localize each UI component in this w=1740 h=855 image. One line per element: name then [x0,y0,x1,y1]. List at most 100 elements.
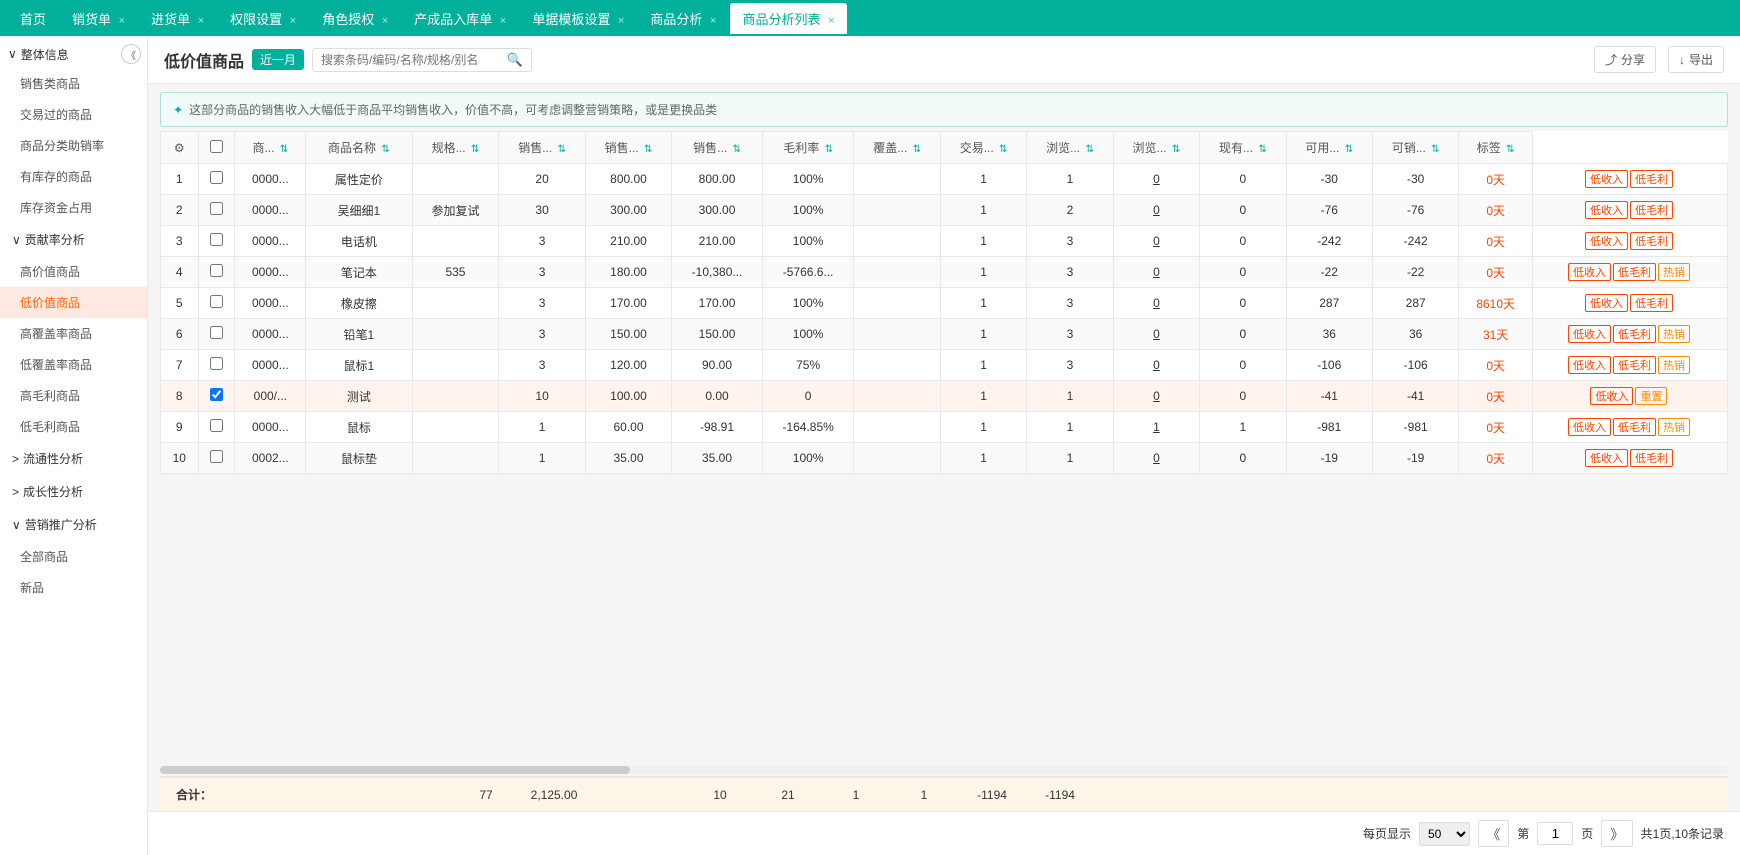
td-browse1[interactable]: 0 [1113,226,1199,257]
sort-s1-icon[interactable]: ⇅ [558,144,566,155]
td-cb[interactable] [198,443,235,474]
period-btn[interactable]: 近一月 [252,49,304,70]
th-gross[interactable]: 毛利率 ⇅ [762,132,854,164]
table-container[interactable]: ⚙ 商... ⇅ 商品名称 ⇅ 规格... ⇅ 销售... ⇅ 销售... ⇅ … [160,131,1728,764]
th-sales3[interactable]: 销售... ⇅ [672,132,763,164]
row-checkbox[interactable] [210,295,223,308]
sidebar-collapse-btn[interactable]: 《 [121,44,141,64]
sort-s2-icon[interactable]: ⇅ [644,144,652,155]
close-purchase-icon[interactable]: × [198,15,204,27]
th-stock1[interactable]: 现有... ⇅ [1200,132,1286,164]
per-page-select[interactable]: 50 20 100 [1419,822,1470,846]
row-checkbox[interactable] [210,357,223,370]
th-browse1[interactable]: 浏览... ⇅ [1027,132,1113,164]
nav-product-analysis-list[interactable]: 商品分析列表 × [730,3,846,34]
scrollbar-thumb[interactable] [160,766,630,774]
th-stock3[interactable]: 可销... ⇅ [1372,132,1458,164]
td-cb[interactable] [198,350,235,381]
sidebar-item-high-value[interactable]: 高价值商品 [0,256,147,287]
nav-template[interactable]: 单据模板设置 × [520,3,636,34]
close-pal-icon[interactable]: × [828,15,834,27]
th-stock2[interactable]: 可用... ⇅ [1286,132,1372,164]
sidebar-item-high-margin[interactable]: 高毛利商品 [0,380,147,411]
browse-link[interactable]: 0 [1153,389,1160,403]
search-input[interactable] [321,53,503,67]
sidebar-item-low-value[interactable]: 低价值商品 [0,287,147,318]
row-checkbox[interactable] [210,419,223,432]
close-sales-icon[interactable]: × [119,15,125,27]
sidebar-item-all-products[interactable]: 全部商品 [0,541,147,572]
td-browse1[interactable]: 0 [1113,195,1199,226]
horizontal-scrollbar[interactable] [160,766,1728,774]
nav-permissions[interactable]: 权限设置 × [218,3,308,34]
td-browse1[interactable]: 0 [1113,319,1199,350]
th-settings[interactable]: ⚙ [161,132,199,164]
sidebar-item-sales-products[interactable]: 销售类商品 [0,68,147,99]
sidebar-item-low-coverage[interactable]: 低覆盖率商品 [0,349,147,380]
th-tags[interactable]: 标签 ⇅ [1459,132,1533,164]
th-browse2[interactable]: 浏览... ⇅ [1113,132,1199,164]
row-checkbox[interactable] [210,171,223,184]
sort-st3-icon[interactable]: ⇅ [1431,144,1439,155]
th-spec[interactable]: 规格... ⇅ [412,132,499,164]
select-all-checkbox[interactable] [210,140,223,153]
sidebar-item-traded[interactable]: 交易过的商品 [0,99,147,130]
close-pa-icon[interactable]: × [710,15,716,27]
browse-link[interactable]: 0 [1153,296,1160,310]
td-browse1[interactable]: 0 [1113,443,1199,474]
nav-product-analysis[interactable]: 商品分析 × [638,3,728,34]
sidebar-item-low-margin[interactable]: 低毛利商品 [0,411,147,442]
td-cb[interactable] [198,381,235,412]
nav-roles[interactable]: 角色授权 × [310,3,400,34]
export-btn[interactable]: ↓ 导出 [1668,46,1724,73]
browse-link[interactable]: 0 [1153,234,1160,248]
sort-gross-icon[interactable]: ⇅ [825,144,833,155]
browse-link[interactable]: 0 [1153,327,1160,341]
page-input[interactable] [1537,822,1573,845]
row-checkbox[interactable] [210,450,223,463]
sidebar-item-capital[interactable]: 库存资金占用 [0,192,147,223]
settings-icon[interactable]: ⚙ [174,141,185,155]
next-page-btn[interactable]: 》 [1601,820,1632,847]
td-browse1[interactable]: 0 [1113,288,1199,319]
th-name[interactable]: 商品名称 ⇅ [306,132,412,164]
th-sales2[interactable]: 销售... ⇅ [585,132,671,164]
sidebar-item-stocked[interactable]: 有库存的商品 [0,161,147,192]
sort-spec-icon[interactable]: ⇅ [471,144,479,155]
td-cb[interactable] [198,257,235,288]
td-browse1[interactable]: 0 [1113,381,1199,412]
sort-s3-icon[interactable]: ⇅ [733,144,741,155]
browse-link[interactable]: 0 [1153,265,1160,279]
browse-link[interactable]: 0 [1153,358,1160,372]
th-sales1[interactable]: 销售... ⇅ [499,132,585,164]
sidebar-group-marketing[interactable]: ∨ 营销推广分析 [0,508,147,541]
close-tpl-icon[interactable]: × [618,15,624,27]
td-cb[interactable] [198,195,235,226]
sort-cover-icon[interactable]: ⇅ [913,144,921,155]
close-roles-icon[interactable]: × [382,15,388,27]
td-browse1[interactable]: 0 [1113,164,1199,195]
browse-link[interactable]: 0 [1153,172,1160,186]
td-browse1[interactable]: 1 [1113,412,1199,443]
td-cb[interactable] [198,412,235,443]
browse-link[interactable]: 0 [1153,203,1160,217]
sort-b2-icon[interactable]: ⇅ [1172,144,1180,155]
row-checkbox[interactable] [210,264,223,277]
sidebar-item-category-rate[interactable]: 商品分类助销率 [0,130,147,161]
td-cb[interactable] [198,226,235,257]
prev-page-btn[interactable]: 《 [1478,820,1509,847]
nav-product-storage[interactable]: 产成品入库单 × [402,3,518,34]
td-browse1[interactable]: 0 [1113,350,1199,381]
th-checkbox[interactable] [198,132,235,164]
close-perm-icon[interactable]: × [290,15,296,27]
close-ps-icon[interactable]: × [500,15,506,27]
row-checkbox[interactable] [210,233,223,246]
td-cb[interactable] [198,164,235,195]
sort-tags-icon[interactable]: ⇅ [1506,144,1514,155]
sidebar-item-high-coverage[interactable]: 高覆盖率商品 [0,318,147,349]
td-cb[interactable] [198,288,235,319]
nav-sales[interactable]: 销货单 × [60,3,137,34]
sort-st1-icon[interactable]: ⇅ [1258,144,1266,155]
sort-trade-icon[interactable]: ⇅ [999,144,1007,155]
sidebar-item-new-products[interactable]: 新品 [0,572,147,603]
